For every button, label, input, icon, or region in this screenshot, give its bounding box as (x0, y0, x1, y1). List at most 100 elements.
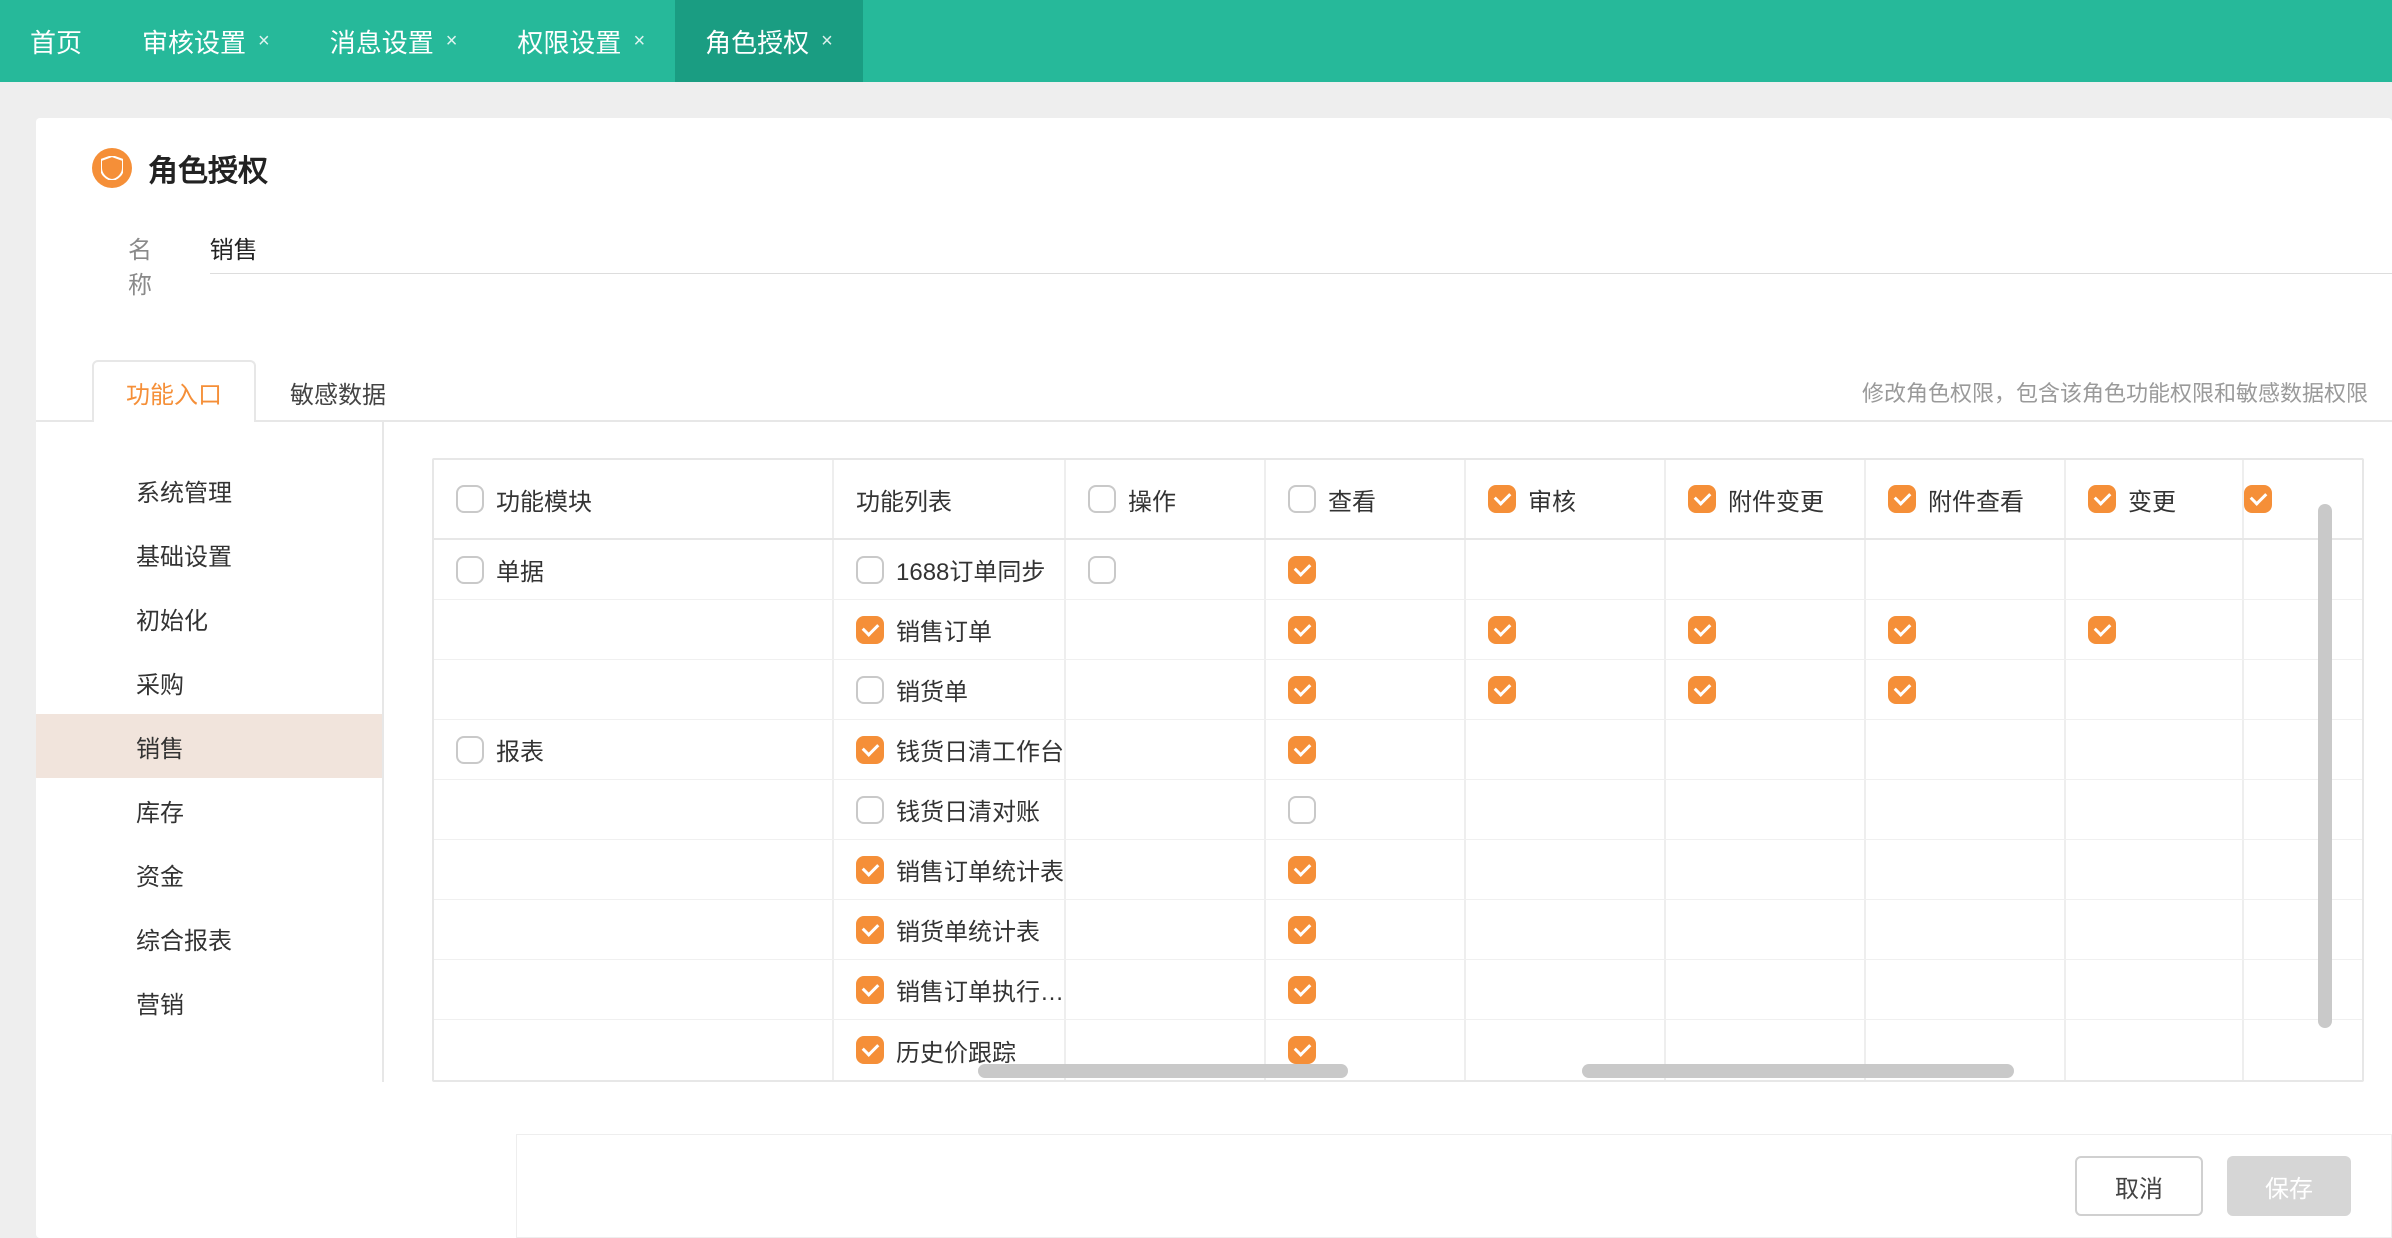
sidebar-item[interactable]: 基础设置 (36, 522, 382, 586)
checkbox[interactable] (1688, 485, 1716, 513)
checkbox[interactable] (1288, 856, 1316, 884)
checkbox[interactable] (856, 616, 884, 644)
sidebar-item[interactable]: 初始化 (36, 586, 382, 650)
name-value[interactable]: 销售 (210, 230, 2392, 274)
close-icon[interactable]: × (633, 30, 645, 53)
vertical-scrollbar[interactable] (2318, 504, 2332, 1028)
operate-cell (1066, 540, 1266, 599)
checkbox[interactable] (856, 556, 884, 584)
checkbox[interactable] (456, 736, 484, 764)
horizontal-scrollbar[interactable] (978, 1064, 1348, 1078)
column-label: 附件查看 (1928, 482, 2024, 517)
table-row: 钱货日清对账 (434, 780, 2362, 840)
operate-cell (1066, 720, 1266, 779)
sidebar-item[interactable]: 销售 (36, 714, 382, 778)
top-tab-label: 权限设置 (517, 23, 621, 60)
checkbox[interactable] (856, 736, 884, 764)
top-tab[interactable]: 审核设置 × (112, 0, 300, 82)
operate-cell (1066, 780, 1266, 839)
sidebar-item[interactable]: 营销 (36, 970, 382, 1034)
top-tab[interactable]: 角色授权× (675, 0, 863, 82)
checkbox[interactable] (856, 796, 884, 824)
checkbox[interactable] (1288, 736, 1316, 764)
close-icon[interactable]: × (446, 30, 458, 53)
audit-cell (1466, 660, 1666, 719)
function-label: 销货单统计表 (896, 912, 1040, 947)
checkbox[interactable] (1488, 485, 1516, 513)
sidebar-item[interactable]: 采购 (36, 650, 382, 714)
checkbox[interactable] (1888, 485, 1916, 513)
checkbox[interactable] (456, 485, 484, 513)
audit-cell (1466, 720, 1666, 779)
function-cell: 钱货日清工作台 (834, 720, 1066, 779)
checkbox[interactable] (1088, 556, 1116, 584)
attachment-view-cell (1866, 540, 2066, 599)
checkbox[interactable] (1288, 616, 1316, 644)
checkbox[interactable] (1488, 616, 1516, 644)
sub-tab[interactable]: 功能入口 (92, 360, 256, 422)
checkbox[interactable] (1488, 676, 1516, 704)
sidebar-item[interactable]: 系统管理 (36, 458, 382, 522)
checkbox[interactable] (1088, 485, 1116, 513)
table-row: 销售订单统计表 (434, 840, 2362, 900)
top-tab[interactable]: 权限设置 × (487, 0, 675, 82)
top-tab[interactable]: 首页 (0, 0, 112, 82)
checkbox[interactable] (856, 856, 884, 884)
checkbox[interactable] (1288, 676, 1316, 704)
sidebar-item[interactable]: 资金 (36, 842, 382, 906)
audit-cell (1466, 900, 1666, 959)
attachment-change-cell (1666, 540, 1866, 599)
checkbox[interactable] (1688, 676, 1716, 704)
top-tab[interactable]: 消息设置× (300, 0, 488, 82)
checkbox[interactable] (856, 676, 884, 704)
column-label: 变更 (2128, 482, 2176, 517)
checkbox[interactable] (856, 916, 884, 944)
column-header: 操作 (1066, 460, 1266, 538)
module-cell (434, 1020, 834, 1080)
change-cell (2066, 960, 2244, 1019)
column-header: 附件查看 (1866, 460, 2066, 538)
attachment-view-cell (1866, 840, 2066, 899)
table-row: 报表钱货日清工作台 (434, 720, 2362, 780)
checkbox[interactable] (1688, 616, 1716, 644)
checkbox[interactable] (456, 556, 484, 584)
checkbox[interactable] (2244, 485, 2272, 513)
view-cell (1266, 720, 1466, 779)
permissions-hint: 修改角色权限，包含该角色功能权限和敏感数据权限 (1862, 376, 2368, 420)
attachment-view-cell (1866, 720, 2066, 779)
save-button[interactable]: 保存 (2227, 1156, 2351, 1216)
checkbox[interactable] (1288, 485, 1316, 513)
function-label: 历史价跟踪 (896, 1033, 1016, 1068)
sidebar-item[interactable]: 库存 (36, 778, 382, 842)
action-footer: 取消 保存 (516, 1134, 2392, 1238)
table-row: 销售订单 (434, 600, 2362, 660)
checkbox[interactable] (1288, 556, 1316, 584)
checkbox[interactable] (1288, 796, 1316, 824)
sidebar-item[interactable]: 综合报表 (36, 906, 382, 970)
overflow-cell (2244, 540, 2284, 599)
close-icon[interactable]: × (258, 30, 270, 53)
top-tab-label: 审核设置 (142, 23, 246, 60)
checkbox[interactable] (1288, 916, 1316, 944)
checkbox[interactable] (1288, 976, 1316, 1004)
checkbox[interactable] (2088, 485, 2116, 513)
table-row: 历史价跟踪 (434, 1020, 2362, 1080)
checkbox[interactable] (2088, 616, 2116, 644)
change-cell (2066, 840, 2244, 899)
operate-cell (1066, 660, 1266, 719)
attachment-change-cell (1666, 720, 1866, 779)
function-cell: 销货单统计表 (834, 900, 1066, 959)
close-icon[interactable]: × (821, 30, 833, 53)
checkbox[interactable] (856, 976, 884, 1004)
cancel-button[interactable]: 取消 (2075, 1156, 2203, 1216)
checkbox[interactable] (856, 1036, 884, 1064)
sub-tab[interactable]: 敏感数据 (256, 360, 420, 422)
column-header: 功能模块 (434, 460, 834, 538)
change-cell (2066, 1020, 2244, 1080)
checkbox[interactable] (1288, 1036, 1316, 1064)
change-cell (2066, 720, 2244, 779)
checkbox[interactable] (1888, 616, 1916, 644)
permission-table: 功能模块功能列表操作查看审核附件变更附件查看变更 单据1688订单同步销售订单销… (432, 458, 2364, 1082)
horizontal-scrollbar[interactable] (1582, 1064, 2014, 1078)
checkbox[interactable] (1888, 676, 1916, 704)
